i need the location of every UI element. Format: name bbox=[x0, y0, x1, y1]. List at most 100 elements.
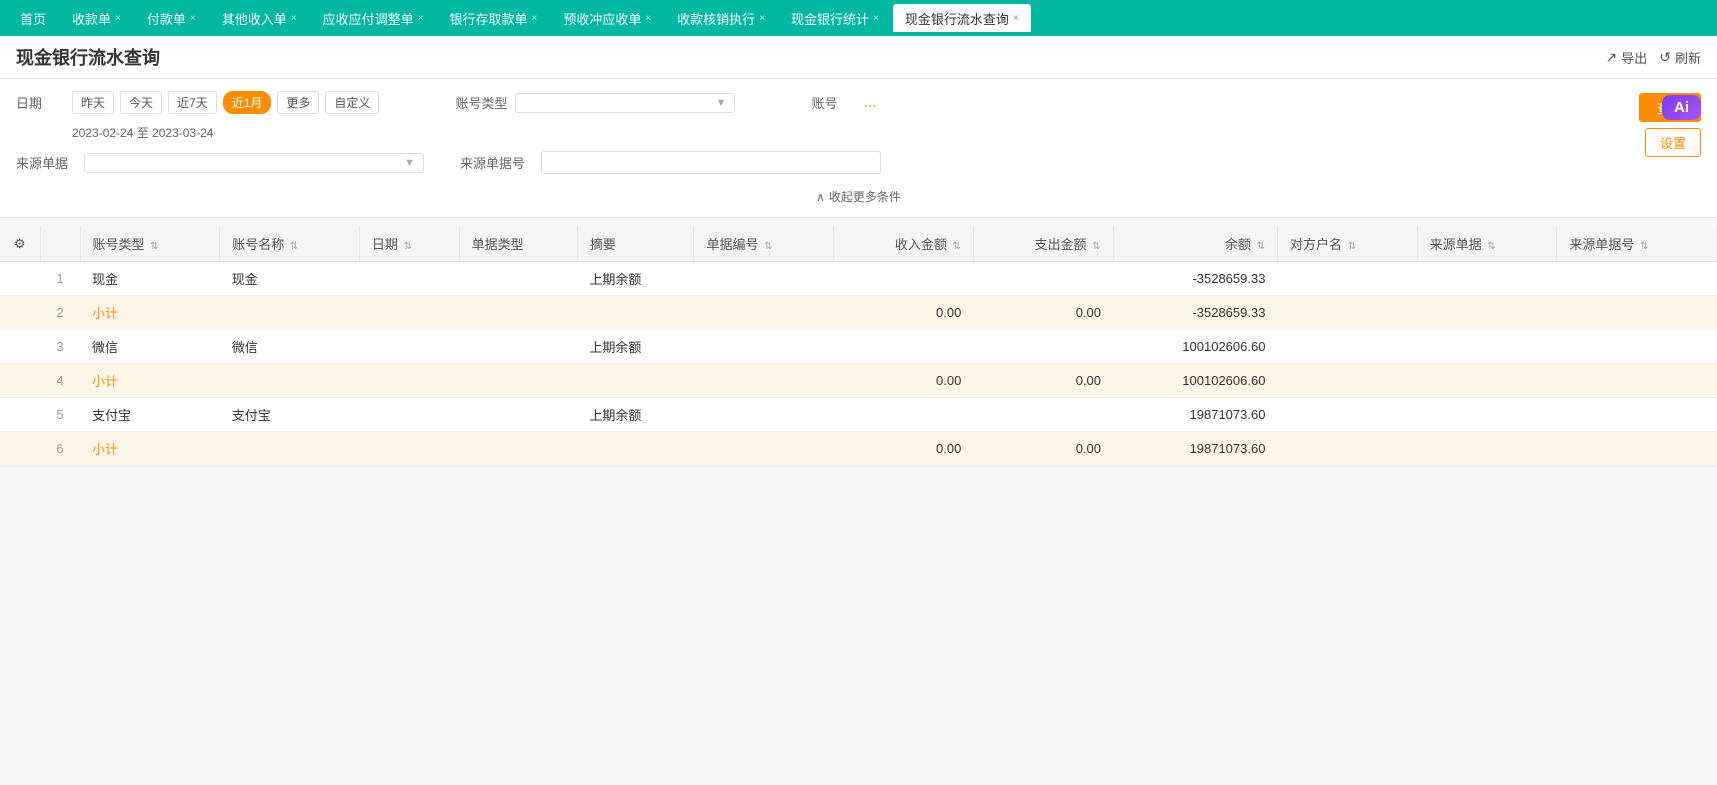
cell-source-doc bbox=[1417, 262, 1557, 296]
close-icon[interactable]: × bbox=[1013, 13, 1019, 24]
cell-balance: 100102606.60 bbox=[1113, 330, 1277, 364]
cell-index: 3 bbox=[40, 330, 80, 364]
sort-icon: ⇅ bbox=[290, 241, 298, 252]
cell-date bbox=[359, 296, 459, 330]
date-btn-custom[interactable]: 自定义 bbox=[325, 91, 379, 114]
account-type-select[interactable]: ▼ bbox=[515, 93, 735, 113]
nav-tab-6[interactable]: 收款核销执行 × bbox=[665, 4, 777, 32]
nav-tab-0[interactable]: 收款单 × bbox=[60, 4, 133, 32]
nav-home[interactable]: 首页 bbox=[8, 9, 58, 28]
close-icon[interactable]: × bbox=[645, 13, 651, 24]
refresh-button[interactable]: ↺ 刷新 bbox=[1659, 48, 1701, 67]
table-row[interactable]: 5支付宝支付宝上期余额19871073.60 bbox=[0, 398, 1717, 432]
col-date[interactable]: 日期 ⇅ bbox=[359, 226, 459, 262]
more-options-dots[interactable]: ... bbox=[859, 94, 880, 112]
collapse-bar[interactable]: ∧ 收起更多条件 bbox=[16, 184, 1701, 205]
cell-account-type: 小计 bbox=[80, 364, 220, 398]
cell-source-doc bbox=[1417, 296, 1557, 330]
cell-expense bbox=[973, 330, 1113, 364]
cell-date bbox=[359, 432, 459, 466]
close-icon[interactable]: × bbox=[115, 13, 121, 24]
cell-account-type: 现金 bbox=[80, 262, 220, 296]
col-account-type[interactable]: 账号类型 ⇅ bbox=[80, 226, 220, 262]
table-row[interactable]: 6小计0.000.0019871073.60 bbox=[0, 432, 1717, 466]
collapse-icon: ∧ bbox=[816, 190, 825, 204]
cell-source-doc-no bbox=[1557, 262, 1717, 296]
cell-counterpart bbox=[1277, 398, 1417, 432]
close-icon[interactable]: × bbox=[291, 13, 297, 24]
col-counterpart[interactable]: 对方户名 ⇅ bbox=[1277, 226, 1417, 262]
header-actions: ↗ 导出 ↺ 刷新 bbox=[1606, 48, 1702, 67]
cell-date bbox=[359, 262, 459, 296]
cell-doc-no bbox=[694, 330, 834, 364]
cell-gear bbox=[0, 296, 40, 330]
cell-income bbox=[834, 398, 974, 432]
source-doc-no-input[interactable] bbox=[541, 151, 881, 174]
chevron-down-icon: ▼ bbox=[404, 157, 415, 169]
col-source-doc[interactable]: 来源单据 ⇅ bbox=[1417, 226, 1557, 262]
close-icon[interactable]: × bbox=[759, 13, 765, 24]
cell-date bbox=[359, 330, 459, 364]
sort-icon: ⇅ bbox=[404, 241, 412, 252]
nav-tab-3[interactable]: 应收应付调整单 × bbox=[311, 4, 436, 32]
col-balance[interactable]: 余额 ⇅ bbox=[1113, 226, 1277, 262]
col-gear[interactable]: ⚙ bbox=[0, 226, 40, 262]
page-header: 现金银行流水查询 ↗ 导出 ↺ 刷新 bbox=[0, 36, 1717, 79]
nav-tab-7[interactable]: 现金银行统计 × bbox=[779, 4, 891, 32]
nav-tab-2[interactable]: 其他收入单 × bbox=[210, 4, 309, 32]
date-btn-today[interactable]: 今天 bbox=[120, 91, 162, 114]
cell-doc-type bbox=[459, 364, 577, 398]
export-icon: ↗ bbox=[1606, 49, 1618, 66]
close-icon[interactable]: × bbox=[873, 13, 879, 24]
col-source-doc-no[interactable]: 来源单据号 ⇅ bbox=[1557, 226, 1717, 262]
cell-expense bbox=[973, 398, 1113, 432]
table-row[interactable]: 3微信微信上期余额100102606.60 bbox=[0, 330, 1717, 364]
col-expense[interactable]: 支出金额 ⇅ bbox=[973, 226, 1113, 262]
nav-tab-8[interactable]: 现金银行流水查询 × bbox=[893, 4, 1031, 32]
nav-tab-5[interactable]: 预收冲应收单 × bbox=[551, 4, 663, 32]
settings-button[interactable]: 设置 bbox=[1645, 128, 1701, 157]
cell-gear bbox=[0, 262, 40, 296]
cell-income: 0.00 bbox=[834, 432, 974, 466]
nav-tab-4[interactable]: 银行存取款单 × bbox=[437, 4, 549, 32]
sort-icon: ⇅ bbox=[1640, 241, 1648, 252]
account-label: 账号 bbox=[811, 93, 851, 112]
close-icon[interactable]: × bbox=[531, 13, 537, 24]
col-doc-no[interactable]: 单据编号 ⇅ bbox=[694, 226, 834, 262]
nav-tab-1[interactable]: 付款单 × bbox=[135, 4, 208, 32]
cell-summary bbox=[577, 364, 694, 398]
cell-index: 6 bbox=[40, 432, 80, 466]
sort-icon: ⇅ bbox=[1092, 241, 1100, 252]
col-income[interactable]: 收入金额 ⇅ bbox=[834, 226, 974, 262]
table-row[interactable]: 2小计0.000.00-3528659.33 bbox=[0, 296, 1717, 330]
cell-expense: 0.00 bbox=[973, 364, 1113, 398]
cell-counterpart bbox=[1277, 432, 1417, 466]
date-btn-yesterday[interactable]: 昨天 bbox=[72, 91, 114, 114]
cell-balance: -3528659.33 bbox=[1113, 296, 1277, 330]
cell-summary: 上期余额 bbox=[577, 330, 694, 364]
date-btn-1month[interactable]: 近1月 bbox=[223, 91, 272, 114]
export-button[interactable]: ↗ 导出 bbox=[1606, 48, 1648, 67]
close-icon[interactable]: × bbox=[190, 13, 196, 24]
date-btn-more[interactable]: 更多 bbox=[277, 91, 319, 114]
cell-balance: 19871073.60 bbox=[1113, 432, 1277, 466]
close-icon[interactable]: × bbox=[418, 13, 424, 24]
cell-balance: 100102606.60 bbox=[1113, 364, 1277, 398]
source-doc-select[interactable]: ▼ bbox=[84, 153, 424, 173]
cell-index: 4 bbox=[40, 364, 80, 398]
cell-balance: -3528659.33 bbox=[1113, 262, 1277, 296]
date-btn-7days[interactable]: 近7天 bbox=[168, 91, 217, 114]
date-range-display: 2023-02-24 至 2023-03-24 bbox=[72, 126, 213, 140]
col-index bbox=[40, 226, 80, 262]
cell-source-doc-no bbox=[1557, 330, 1717, 364]
table-row[interactable]: 1现金现金上期余额-3528659.33 bbox=[0, 262, 1717, 296]
cell-gear bbox=[0, 330, 40, 364]
col-account-name[interactable]: 账号名称 ⇅ bbox=[220, 226, 360, 262]
sort-icon: ⇅ bbox=[764, 241, 772, 252]
table-row[interactable]: 4小计0.000.00100102606.60 bbox=[0, 364, 1717, 398]
date-options: 昨天 今天 近7天 近1月 更多 自定义 bbox=[72, 91, 379, 114]
cell-index: 2 bbox=[40, 296, 80, 330]
filter-row-2: 来源单据 ▼ 来源单据号 bbox=[16, 151, 1623, 174]
ai-badge[interactable]: Ai bbox=[1662, 95, 1701, 120]
cell-account-name bbox=[220, 296, 360, 330]
